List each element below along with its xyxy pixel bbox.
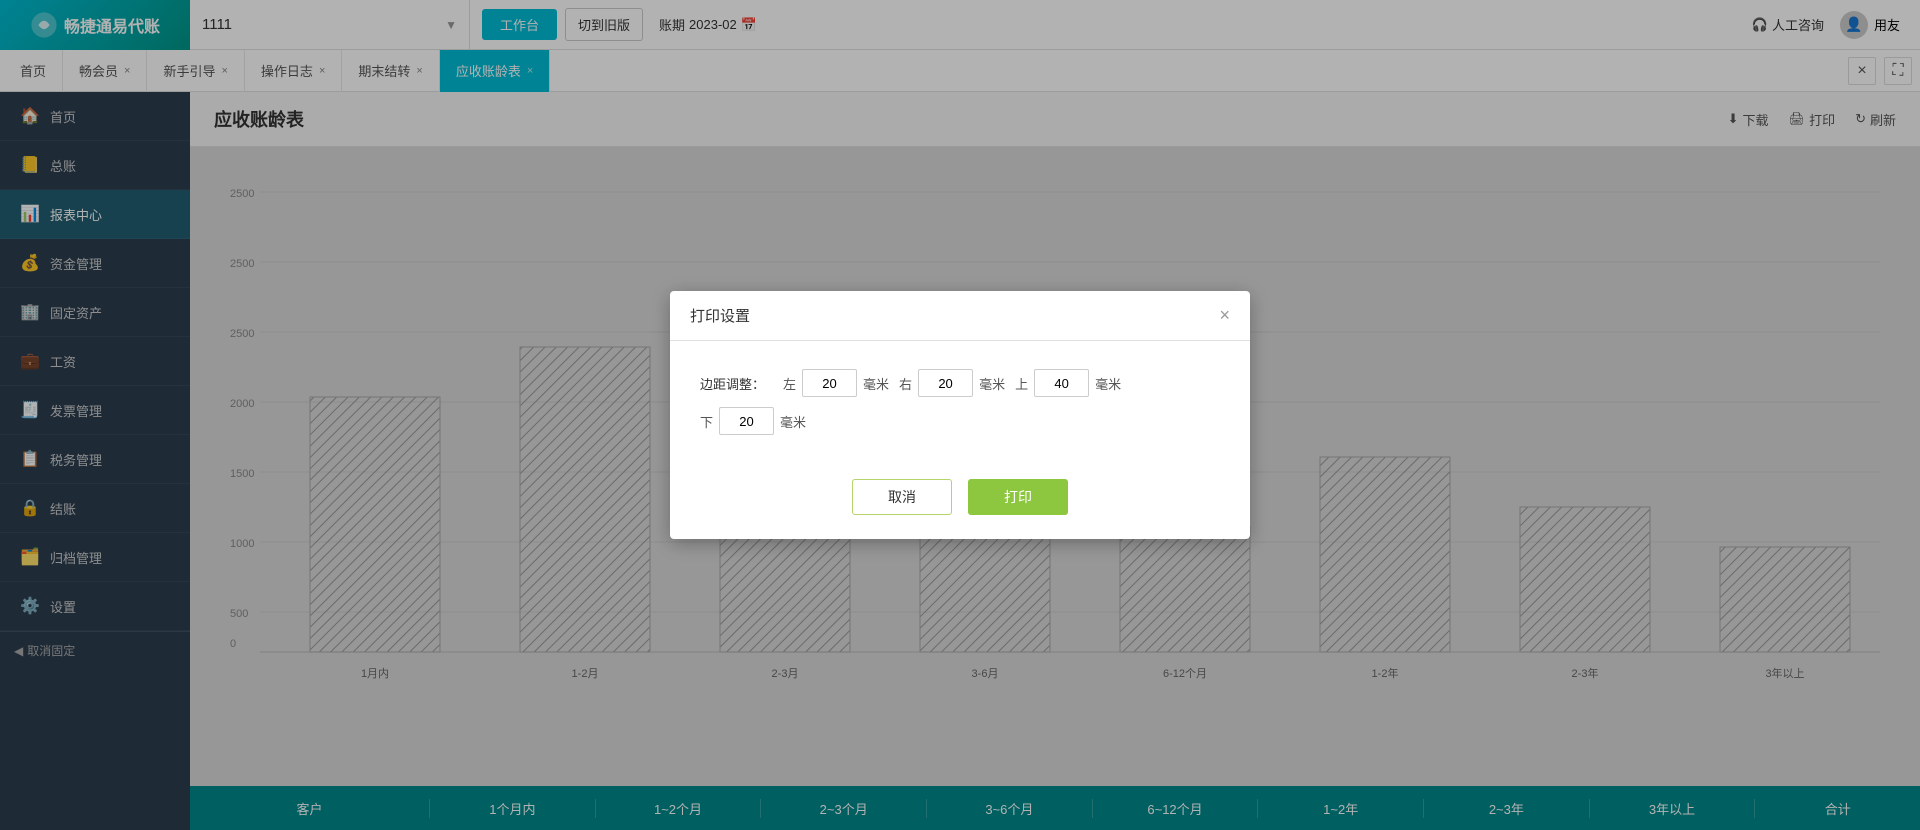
bottom-margin-group: 下 毫米 (700, 407, 806, 435)
left-label: 左 (783, 374, 796, 393)
modal-overlay: 打印设置 × 边距调整： 左 毫米 右 毫米 上 毫米 (0, 0, 1920, 830)
right-unit: 毫米 (979, 374, 1005, 393)
left-margin-input[interactable] (802, 369, 857, 397)
top-unit: 毫米 (1095, 374, 1121, 393)
right-label: 右 (899, 374, 912, 393)
bottom-unit: 毫米 (780, 412, 806, 431)
modal-body: 边距调整： 左 毫米 右 毫米 上 毫米 下 (670, 341, 1250, 463)
modal-header: 打印设置 × (670, 291, 1250, 341)
left-unit: 毫米 (863, 374, 889, 393)
right-margin-group: 右 毫米 (899, 369, 1005, 397)
bottom-label: 下 (700, 412, 713, 431)
top-margin-group: 上 毫米 (1015, 369, 1121, 397)
left-margin-group: 左 毫米 (783, 369, 889, 397)
confirm-print-button[interactable]: 打印 (968, 479, 1068, 515)
bottom-margin-input[interactable] (719, 407, 774, 435)
modal-close-button[interactable]: × (1219, 305, 1230, 326)
top-margin-input[interactable] (1034, 369, 1089, 397)
right-margin-input[interactable] (918, 369, 973, 397)
margin-form-row: 边距调整： 左 毫米 右 毫米 上 毫米 下 (700, 369, 1220, 435)
top-label: 上 (1015, 374, 1028, 393)
modal-title: 打印设置 (690, 305, 750, 326)
margin-label: 边距调整： (700, 374, 765, 393)
print-dialog: 打印设置 × 边距调整： 左 毫米 右 毫米 上 毫米 (670, 291, 1250, 539)
modal-footer: 取消 打印 (670, 463, 1250, 539)
cancel-button[interactable]: 取消 (852, 479, 952, 515)
